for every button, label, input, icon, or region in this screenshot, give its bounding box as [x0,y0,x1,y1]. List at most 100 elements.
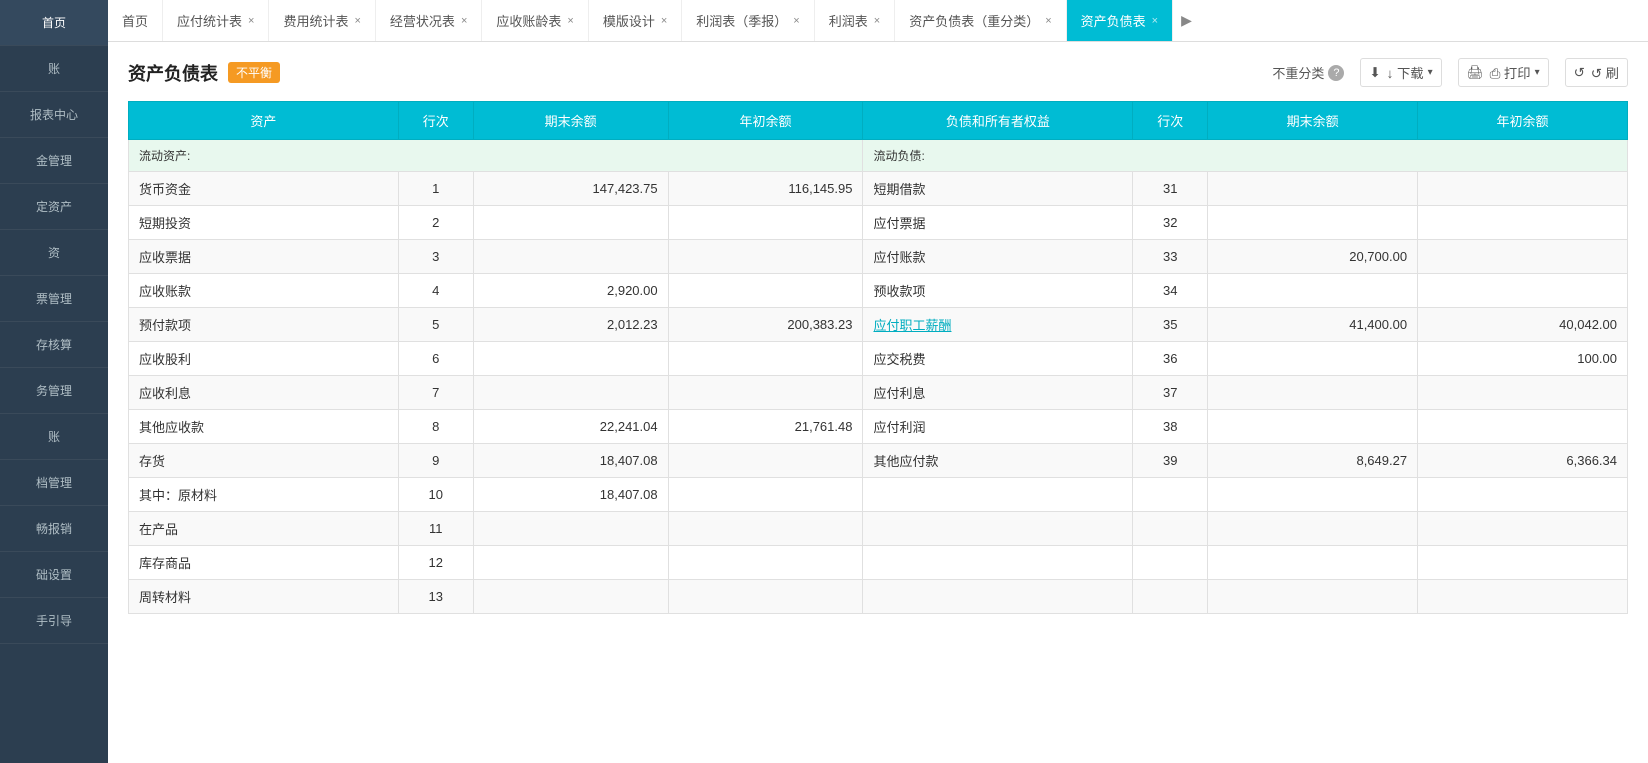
year-bal-3[interactable] [668,240,863,274]
asset-monetary-funds[interactable]: 货币资金 [129,172,399,206]
sidebar-item-home[interactable]: 首页 [0,0,108,46]
year-bal-2[interactable] [668,206,863,240]
end-bal-12[interactable] [473,546,668,580]
year-bal-35[interactable]: 40,042.00 [1418,308,1628,342]
tab-profit-quarterly[interactable]: 利润表（季报） × [682,0,814,41]
asset-other-receivables[interactable]: 其他应收款 [129,410,399,444]
asset-finished-goods[interactable]: 库存商品 [129,546,399,580]
tab-balance-sheet[interactable]: 资产负债表 × [1067,0,1173,41]
liability-advance-receipts[interactable]: 预收款项 [863,274,1133,308]
asset-short-term-investment[interactable]: 短期投资 [129,206,399,240]
end-bal-36[interactable] [1208,342,1418,376]
end-bal-6[interactable] [473,342,668,376]
end-bal-11[interactable] [473,512,668,546]
sidebar-item-inventory[interactable]: 存核算 [0,322,108,368]
year-bal-39[interactable]: 6,366.34 [1418,444,1628,478]
year-bal-33[interactable] [1418,240,1628,274]
year-bal-12[interactable] [668,546,863,580]
tab-expense-stats[interactable]: 费用统计表 × [269,0,375,41]
year-bal-11[interactable] [668,512,863,546]
asset-rotating-materials[interactable]: 周转材料 [129,580,399,614]
liability-notes-payable[interactable]: 应付票据 [863,206,1133,240]
end-bal-9[interactable]: 18,407.08 [473,444,668,478]
liability-dividends-payable[interactable]: 应付利润 [863,410,1133,444]
liability-taxes-payable[interactable]: 应交税费 [863,342,1133,376]
close-tab-payable-stats[interactable]: × [248,15,254,27]
close-tab-balance-reclassified[interactable]: × [1045,15,1051,27]
year-bal-8[interactable]: 21,761.48 [668,410,863,444]
close-tab-business-status[interactable]: × [461,15,467,27]
tab-balance-reclassified[interactable]: 资产负债表（重分类） × [895,0,1066,41]
tab-scroll-right[interactable]: ▶ [1173,12,1200,29]
close-tab-profit[interactable]: × [874,15,880,27]
sidebar-item-fund-mgmt[interactable]: 金管理 [0,138,108,184]
sidebar-item-report-center[interactable]: 报表中心 [0,92,108,138]
sidebar-item-archive-mgmt[interactable]: 档管理 [0,460,108,506]
sidebar-item-bill-mgmt[interactable]: 票管理 [0,276,108,322]
year-bal-34[interactable] [1418,274,1628,308]
end-bal-33[interactable]: 20,700.00 [1208,240,1418,274]
sidebar-item-expense-report[interactable]: 畅报销 [0,506,108,552]
year-bal-6[interactable] [668,342,863,376]
sidebar-item-account[interactable]: 账 [0,46,108,92]
asset-prepayments[interactable]: 预付款项 [129,308,399,342]
liability-interest-payable[interactable]: 应付利息 [863,376,1133,410]
end-bal-8[interactable]: 22,241.04 [473,410,668,444]
sidebar-item-base-settings[interactable]: 础设置 [0,552,108,598]
tab-payable-stats[interactable]: 应付统计表 × [163,0,269,41]
asset-interest-receivable[interactable]: 应收利息 [129,376,399,410]
year-bal-38[interactable] [1418,410,1628,444]
year-bal-5[interactable]: 200,383.23 [668,308,863,342]
sidebar-item-fixed-assets[interactable]: 定资产 [0,184,108,230]
close-tab-expense-stats[interactable]: × [354,15,360,27]
end-bal-35[interactable]: 41,400.00 [1208,308,1418,342]
asset-raw-materials[interactable]: 其中：原材料 [129,478,399,512]
help-icon[interactable]: ? [1328,65,1344,81]
tab-business-status[interactable]: 经营状况表 × [376,0,482,41]
sidebar-item-ledger[interactable]: 账 [0,414,108,460]
end-bal-32[interactable] [1208,206,1418,240]
tab-receivable-aging[interactable]: 应收账龄表 × [482,0,588,41]
download-button[interactable]: ⬇ ↓ 下载 ▾ [1360,58,1441,87]
liability-employee-payables[interactable]: 应付职工薪酬 [863,308,1133,342]
year-bal-36[interactable]: 100.00 [1418,342,1628,376]
liability-accounts-payable[interactable]: 应付账款 [863,240,1133,274]
close-tab-profit-quarterly[interactable]: × [793,15,799,27]
tab-profit[interactable]: 利润表 × [815,0,895,41]
year-bal-4[interactable] [668,274,863,308]
end-bal-3[interactable] [473,240,668,274]
year-bal-1[interactable]: 116,145.95 [668,172,863,206]
sidebar-item-capital[interactable]: 资 [0,230,108,276]
close-tab-template-design[interactable]: × [661,15,667,27]
end-bal-10[interactable]: 18,407.08 [473,478,668,512]
close-tab-balance-sheet[interactable]: × [1152,15,1158,27]
end-bal-31[interactable] [1208,172,1418,206]
year-bal-13[interactable] [668,580,863,614]
year-bal-37[interactable] [1418,376,1628,410]
asset-wip[interactable]: 在产品 [129,512,399,546]
close-tab-receivable-aging[interactable]: × [567,15,573,27]
refresh-button[interactable]: ↺ ↺ 刷 [1565,58,1628,87]
end-bal-2[interactable] [473,206,668,240]
end-bal-13[interactable] [473,580,668,614]
year-bal-32[interactable] [1418,206,1628,240]
year-bal-7[interactable] [668,376,863,410]
liability-other-payables[interactable]: 其他应付款 [863,444,1133,478]
year-bal-9[interactable] [668,444,863,478]
sidebar-item-guide[interactable]: 手引导 [0,598,108,644]
asset-accounts-receivable[interactable]: 应收账款 [129,274,399,308]
end-bal-39[interactable]: 8,649.27 [1208,444,1418,478]
end-bal-5[interactable]: 2,012.23 [473,308,668,342]
end-bal-7[interactable] [473,376,668,410]
asset-inventory[interactable]: 存货 [129,444,399,478]
end-bal-37[interactable] [1208,376,1418,410]
tab-home[interactable]: 首页 [108,0,163,41]
tab-template-design[interactable]: 模版设计 × [589,0,682,41]
end-bal-38[interactable] [1208,410,1418,444]
asset-notes-receivable[interactable]: 应收票据 [129,240,399,274]
no-reclassify-option[interactable]: 不重分类 ? [1272,63,1344,82]
liability-short-term-loan[interactable]: 短期借款 [863,172,1133,206]
end-bal-4[interactable]: 2,920.00 [473,274,668,308]
year-bal-31[interactable] [1418,172,1628,206]
year-bal-10[interactable] [668,478,863,512]
